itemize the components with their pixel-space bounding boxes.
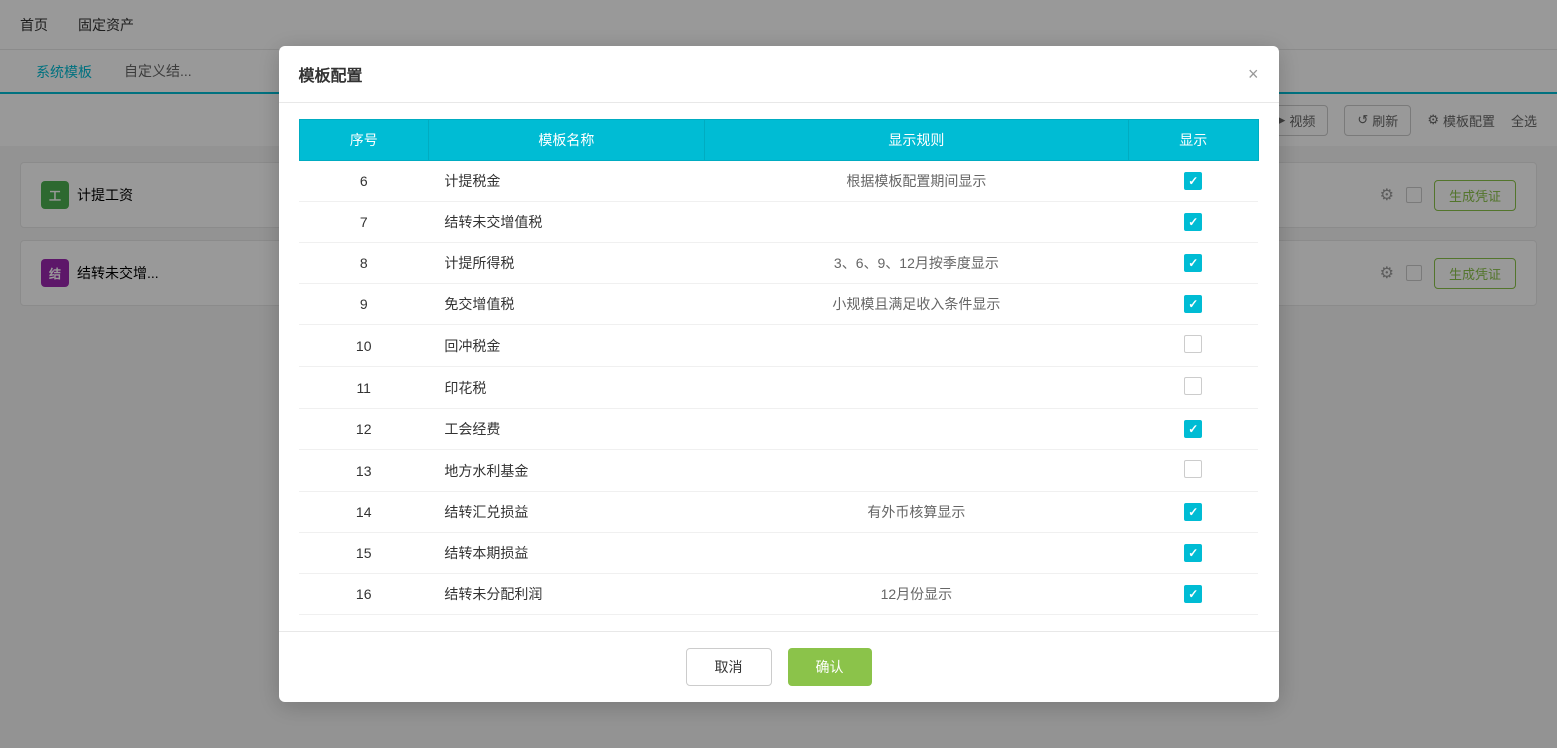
confirm-button[interactable]: 确认 [788,648,872,686]
table-row: 6计提税金根据模板配置期间显示 [299,161,1258,202]
row-display-cell [1129,533,1258,574]
template-config-modal: 模板配置 × 序号 模板名称 显示规则 显示 6计提税金根据模板配置期间显示7结… [279,46,1279,702]
row-display-cell [1129,284,1258,325]
table-row: 16结转未分配利润12月份显示 [299,574,1258,615]
row-name: 计提税金 [428,161,704,202]
table-row: 13地方水利基金 [299,450,1258,492]
table-row: 10回冲税金 [299,325,1258,367]
config-table: 序号 模板名称 显示规则 显示 6计提税金根据模板配置期间显示7结转未交增值税8… [299,119,1259,615]
row-id: 6 [299,161,428,202]
row-name: 结转未交增值税 [428,202,704,243]
row-checkbox[interactable] [1184,420,1202,438]
row-id: 13 [299,450,428,492]
row-id: 9 [299,284,428,325]
row-display-cell [1129,367,1258,409]
row-display-cell [1129,450,1258,492]
col-header-id: 序号 [299,120,428,161]
row-rule [704,450,1128,492]
col-header-rule: 显示规则 [704,120,1128,161]
table-row: 14结转汇兑损益有外币核算显示 [299,492,1258,533]
modal-title: 模板配置 [299,62,363,86]
row-id: 10 [299,325,428,367]
table-row: 11印花税 [299,367,1258,409]
cancel-button[interactable]: 取消 [686,648,772,686]
row-name: 回冲税金 [428,325,704,367]
row-rule: 小规模且满足收入条件显示 [704,284,1128,325]
row-name: 印花税 [428,367,704,409]
row-name: 结转未分配利润 [428,574,704,615]
row-display-cell [1129,325,1258,367]
row-id: 15 [299,533,428,574]
row-id: 11 [299,367,428,409]
row-name: 工会经费 [428,409,704,450]
row-checkbox[interactable] [1184,172,1202,190]
row-checkbox[interactable] [1184,213,1202,231]
row-rule [704,533,1128,574]
row-name: 结转本期损益 [428,533,704,574]
modal-header: 模板配置 × [279,46,1279,103]
row-rule [704,409,1128,450]
table-header: 序号 模板名称 显示规则 显示 [299,120,1258,161]
row-checkbox[interactable] [1184,254,1202,272]
row-name: 免交增值税 [428,284,704,325]
row-rule: 根据模板配置期间显示 [704,161,1128,202]
modal-footer: 取消 确认 [279,631,1279,702]
table-row: 9免交增值税小规模且满足收入条件显示 [299,284,1258,325]
row-display-cell [1129,409,1258,450]
row-checkbox[interactable] [1184,295,1202,313]
table-body: 6计提税金根据模板配置期间显示7结转未交增值税8计提所得税3、6、9、12月按季… [299,161,1258,615]
table-row: 7结转未交增值税 [299,202,1258,243]
row-rule: 12月份显示 [704,574,1128,615]
modal-overlay: 模板配置 × 序号 模板名称 显示规则 显示 6计提税金根据模板配置期间显示7结… [0,0,1557,748]
row-display-cell [1129,243,1258,284]
row-checkbox[interactable] [1184,335,1202,353]
row-rule: 有外币核算显示 [704,492,1128,533]
row-checkbox[interactable] [1184,460,1202,478]
row-display-cell [1129,161,1258,202]
row-name: 地方水利基金 [428,450,704,492]
row-checkbox[interactable] [1184,377,1202,395]
col-header-name: 模板名称 [428,120,704,161]
row-id: 12 [299,409,428,450]
row-id: 14 [299,492,428,533]
col-header-display: 显示 [1129,120,1258,161]
row-name: 计提所得税 [428,243,704,284]
row-name: 结转汇兑损益 [428,492,704,533]
row-checkbox[interactable] [1184,544,1202,562]
row-display-cell [1129,202,1258,243]
modal-body: 序号 模板名称 显示规则 显示 6计提税金根据模板配置期间显示7结转未交增值税8… [279,103,1279,631]
row-rule [704,325,1128,367]
row-id: 7 [299,202,428,243]
row-id: 16 [299,574,428,615]
row-checkbox[interactable] [1184,503,1202,521]
row-rule [704,202,1128,243]
table-row: 12工会经费 [299,409,1258,450]
table-row: 15结转本期损益 [299,533,1258,574]
row-id: 8 [299,243,428,284]
row-display-cell [1129,574,1258,615]
row-checkbox[interactable] [1184,585,1202,603]
table-row: 8计提所得税3、6、9、12月按季度显示 [299,243,1258,284]
modal-close-button[interactable]: × [1248,65,1259,83]
row-rule [704,367,1128,409]
row-rule: 3、6、9、12月按季度显示 [704,243,1128,284]
row-display-cell [1129,492,1258,533]
